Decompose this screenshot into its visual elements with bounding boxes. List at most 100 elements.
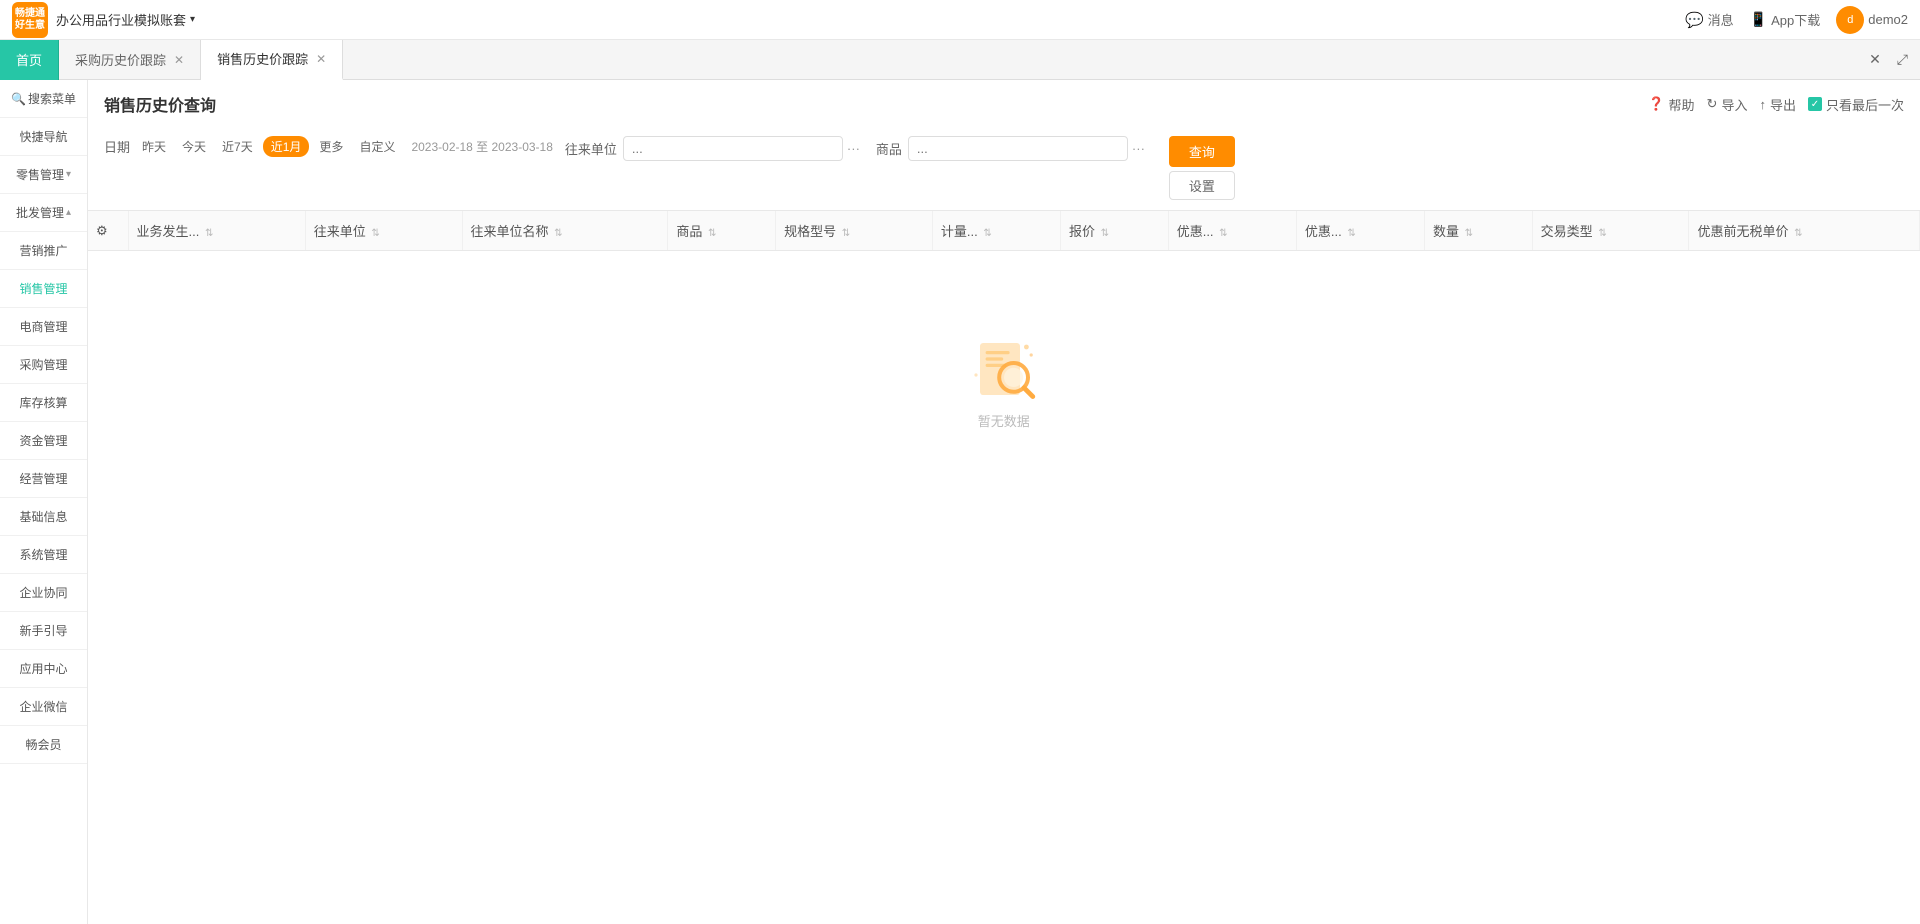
sidebar-item-basic-info[interactable]: 基础信息: [0, 498, 87, 536]
export-button[interactable]: ↑ 导出: [1759, 95, 1796, 114]
goods-filter-group: 商品 ···: [876, 136, 1149, 161]
sidebar-label-retail: 零售管理: [16, 166, 64, 183]
sort-icon: ⇅: [1347, 228, 1355, 239]
more-date-btn[interactable]: 更多: [313, 136, 349, 157]
sidebar-item-sales[interactable]: 销售管理: [0, 270, 87, 308]
col-price[interactable]: 报价 ⇅: [1061, 211, 1169, 251]
partner-input-group: ···: [623, 136, 864, 161]
tab2-label: 销售历史价跟踪: [217, 49, 308, 68]
search-icon: 🔍: [11, 92, 26, 106]
chevron-up-icon: ▴: [66, 207, 71, 218]
help-button[interactable]: ❓ 帮助: [1648, 95, 1694, 114]
tab-sales-history[interactable]: 销售历史价跟踪 ✕: [201, 40, 343, 80]
sidebar-item-shortcuts[interactable]: 快捷导航: [0, 118, 87, 156]
sidebar-label-ecommerce: 电商管理: [19, 318, 67, 335]
col-trade-type[interactable]: 交易类型 ⇅: [1532, 211, 1689, 251]
tab-home[interactable]: 首页: [0, 40, 59, 80]
user-menu[interactable]: d demo2: [1836, 6, 1908, 34]
chevron-down-icon: ▾: [66, 169, 71, 180]
sort-icon: ⇅: [1794, 228, 1802, 239]
today-btn[interactable]: 今天: [176, 136, 212, 157]
sidebar-label-purchase: 采购管理: [19, 356, 67, 373]
sidebar-item-ecommerce[interactable]: 电商管理: [0, 308, 87, 346]
sidebar-item-member[interactable]: 畅会员: [0, 726, 87, 764]
tab-bar: 首页 采购历史价跟踪 ✕ 销售历史价跟踪 ✕ ✕ ⤢: [0, 40, 1920, 80]
sort-icon: ⇅: [708, 228, 716, 239]
col-goods[interactable]: 商品 ⇅: [668, 211, 776, 251]
page-actions: ❓ 帮助 ↻ 导入 ↑ 导出 ✓ 只看最后一次: [1648, 95, 1904, 114]
tab1-close-icon[interactable]: ✕: [174, 53, 184, 67]
sidebar-label-wholesale: 批发管理: [16, 204, 64, 221]
sidebar-label-system: 系统管理: [19, 546, 67, 563]
import-icon: ↻: [1707, 96, 1718, 112]
sidebar-item-system[interactable]: 系统管理: [0, 536, 87, 574]
col-settings[interactable]: ⚙: [88, 211, 128, 251]
goods-more-icon[interactable]: ···: [1128, 141, 1149, 156]
sidebar-item-wechat[interactable]: 企业微信: [0, 688, 87, 726]
last7days-btn[interactable]: 近7天: [216, 136, 259, 157]
setting-button[interactable]: 设置: [1169, 171, 1235, 200]
sidebar-item-search[interactable]: 🔍 搜索菜单: [0, 80, 87, 118]
table-body: 暂无数据: [88, 251, 1920, 511]
message-button[interactable]: 💬 消息: [1685, 10, 1734, 29]
col-discount2[interactable]: 优惠... ⇅: [1296, 211, 1424, 251]
sidebar-item-inventory[interactable]: 库存核算: [0, 384, 87, 422]
col-discount1[interactable]: 优惠... ⇅: [1168, 211, 1296, 251]
empty-row: 暂无数据: [88, 251, 1920, 511]
sort-icon: ⇅: [983, 228, 991, 239]
query-button[interactable]: 查询: [1169, 136, 1235, 167]
sidebar-item-retail[interactable]: 零售管理 ▾: [0, 156, 87, 194]
custom-date-btn[interactable]: 自定义: [353, 136, 401, 157]
import-label: 导入: [1721, 95, 1747, 114]
yesterday-btn[interactable]: 昨天: [136, 136, 172, 157]
partner-more-icon[interactable]: ···: [843, 141, 864, 156]
goods-input[interactable]: [908, 136, 1128, 161]
sidebar-label-basic-info: 基础信息: [19, 508, 67, 525]
sort-icon: ⇅: [371, 228, 379, 239]
top-bar: 畅捷通好生意 办公用品行业模拟账套 ▾ 💬 消息 📱 App下载 d demo2: [0, 0, 1920, 40]
sort-icon: ⇅: [1101, 228, 1109, 239]
only-last-label: 只看最后一次: [1826, 95, 1904, 114]
sidebar-item-apps[interactable]: 应用中心: [0, 650, 87, 688]
sidebar-item-finance[interactable]: 资金管理: [0, 422, 87, 460]
tab2-close-icon[interactable]: ✕: [316, 52, 326, 66]
sidebar-item-guide[interactable]: 新手引导: [0, 612, 87, 650]
maximize-icon[interactable]: ⤢: [1893, 47, 1912, 72]
sidebar-item-wholesale[interactable]: 批发管理 ▴: [0, 194, 87, 232]
data-table: ⚙ 业务发生... ⇅ 往来单位 ⇅ 往来单位名称 ⇅: [88, 211, 1920, 510]
top-bar-right: 💬 消息 📱 App下载 d demo2: [1685, 6, 1908, 34]
sort-icon: ⇅: [205, 228, 213, 239]
sidebar-item-purchase[interactable]: 采购管理: [0, 346, 87, 384]
this-month-btn[interactable]: 近1月: [263, 136, 310, 157]
col-quantity[interactable]: 数量 ⇅: [1424, 211, 1532, 251]
partner-input[interactable]: [623, 136, 843, 161]
col-partner-code[interactable]: 往来单位 ⇅: [305, 211, 462, 251]
logo: 畅捷通好生意: [12, 2, 48, 38]
col-pretax-price[interactable]: 优惠前无税单价 ⇅: [1689, 211, 1920, 251]
close-tab-icon[interactable]: ✕: [1865, 47, 1885, 72]
col-partner-name[interactable]: 往来单位名称 ⇅: [462, 211, 668, 251]
sidebar-label-guide: 新手引导: [19, 622, 67, 639]
sidebar-label-search: 搜索菜单: [28, 90, 76, 107]
date-range-display: 2023-02-18 至 2023-03-18: [411, 138, 552, 155]
tab-purchase-history[interactable]: 采购历史价跟踪 ✕: [59, 40, 201, 80]
col-biz-date[interactable]: 业务发生... ⇅: [128, 211, 305, 251]
app-selector[interactable]: 办公用品行业模拟账套 ▾: [56, 10, 195, 29]
col-unit[interactable]: 计量... ⇅: [932, 211, 1060, 251]
user-name: demo2: [1868, 12, 1908, 27]
download-label: App下载: [1771, 10, 1820, 29]
sidebar-item-enterprise[interactable]: 企业协同: [0, 574, 87, 612]
date-filter-label: 日期: [104, 137, 130, 156]
import-button[interactable]: ↻ 导入: [1707, 95, 1748, 114]
page-title: 销售历史价查询: [104, 92, 216, 116]
sidebar-item-marketing[interactable]: 营销推广: [0, 232, 87, 270]
app-download-button[interactable]: 📱 App下载: [1750, 10, 1821, 29]
col-spec[interactable]: 规格型号 ⇅: [776, 211, 933, 251]
only-last-checkbox[interactable]: ✓ 只看最后一次: [1808, 95, 1904, 114]
sort-icon: ⇅: [842, 228, 850, 239]
empty-text: 暂无数据: [978, 411, 1030, 430]
goods-filter-label: 商品: [876, 139, 902, 158]
date-shortcuts: 昨天 今天 近7天 近1月 更多 自定义: [136, 136, 401, 157]
sidebar-item-management[interactable]: 经营管理: [0, 460, 87, 498]
filter-row: 日期 昨天 今天 近7天 近1月 更多 自定义 2023-02-18 至 202…: [104, 126, 1904, 210]
